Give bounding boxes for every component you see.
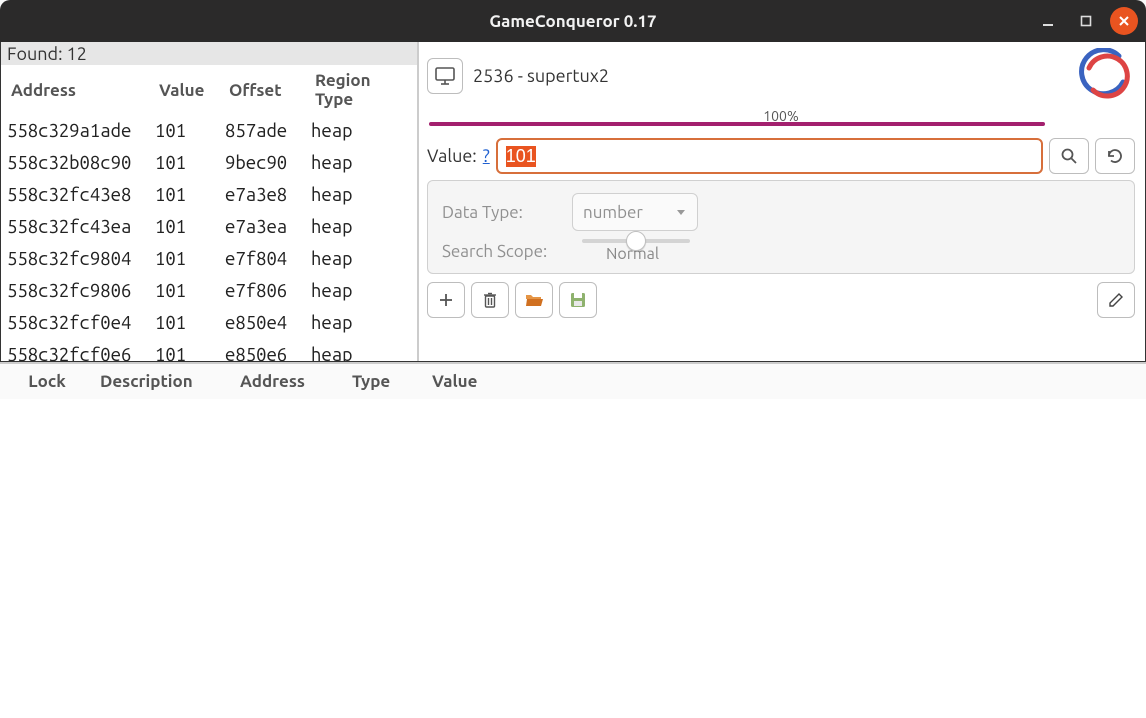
folder-open-icon <box>525 292 543 308</box>
cheat-list-header: Lock Description Address Type Value <box>0 362 1146 399</box>
table-row[interactable]: 558c329a1ade101857adeheap <box>1 115 417 147</box>
cheat-toolbar <box>427 280 1135 318</box>
window-title: GameConqueror 0.17 <box>489 12 656 31</box>
cell-value: 101 <box>149 179 219 211</box>
cell-value: 101 <box>149 147 219 179</box>
select-process-button[interactable] <box>427 58 463 94</box>
save-icon <box>570 292 586 308</box>
col-cheat-address[interactable]: Address <box>230 368 342 395</box>
cell-address: 558c32fcf0e4 <box>1 307 149 339</box>
cell-address: 558c32fc9806 <box>1 275 149 307</box>
progress-bar-wrap: 100% <box>427 110 1135 124</box>
process-label: 2536 - supertux2 <box>473 66 609 86</box>
delete-button[interactable] <box>471 282 509 318</box>
data-type-label: Data Type: <box>442 203 572 222</box>
cell-address: 558c32fcf0e6 <box>1 339 149 362</box>
found-count: Found: 12 <box>1 42 417 65</box>
add-button[interactable] <box>427 282 465 318</box>
close-button[interactable] <box>1110 7 1138 35</box>
cell-value: 101 <box>149 339 219 362</box>
plus-icon <box>438 292 454 308</box>
cell-region: heap <box>305 115 405 147</box>
maximize-button[interactable] <box>1072 7 1100 35</box>
value-help-link[interactable]: ? <box>483 146 490 166</box>
open-button[interactable] <box>515 282 553 318</box>
cell-region: heap <box>305 275 405 307</box>
col-value[interactable]: Value <box>153 79 223 102</box>
process-row: 2536 - supertux2 <box>427 48 1135 104</box>
cell-offset: 857ade <box>219 115 305 147</box>
app-logo-icon <box>1079 48 1131 104</box>
search-scope-label: Search Scope: <box>442 242 572 261</box>
monitor-icon <box>434 66 456 86</box>
table-row[interactable]: 558c32fc43e8101e7a3e8heap <box>1 179 417 211</box>
cell-offset: e7a3e8 <box>219 179 305 211</box>
edit-button[interactable] <box>1097 282 1135 318</box>
col-description[interactable]: Description <box>90 368 230 395</box>
refresh-icon <box>1106 147 1124 165</box>
col-region[interactable]: Region Type <box>309 69 409 111</box>
results-rows[interactable]: 558c329a1ade101857adeheap558c32b08c90101… <box>1 115 417 362</box>
table-row[interactable]: 558c32fcf0e4101e850e4heap <box>1 307 417 339</box>
search-icon <box>1060 147 1078 165</box>
results-panel: Found: 12 Address Value Offset Region Ty… <box>1 42 419 361</box>
cell-region: heap <box>305 179 405 211</box>
options-box: Data Type: number Search Scope: Normal <box>427 180 1135 274</box>
cell-value: 101 <box>149 211 219 243</box>
cell-value: 101 <box>149 115 219 147</box>
search-button[interactable] <box>1049 138 1089 174</box>
table-row[interactable]: 558c32fc43ea101e7a3eaheap <box>1 211 417 243</box>
window-controls <box>1034 7 1138 35</box>
cell-region: heap <box>305 307 405 339</box>
value-label: Value: <box>427 146 477 166</box>
col-offset[interactable]: Offset <box>223 79 309 102</box>
cheat-list-body[interactable] <box>0 399 1146 718</box>
pencil-icon <box>1108 292 1124 308</box>
results-header: Address Value Offset Region Type <box>1 65 417 115</box>
cell-address: 558c32fc9804 <box>1 243 149 275</box>
cell-offset: e7f806 <box>219 275 305 307</box>
cell-region: heap <box>305 147 405 179</box>
found-label: Found: <box>7 44 63 64</box>
search-scope-slider[interactable] <box>582 239 690 243</box>
cell-value: 101 <box>149 275 219 307</box>
value-row: Value: ? <box>427 138 1135 174</box>
cell-offset: e7a3ea <box>219 211 305 243</box>
slider-thumb[interactable] <box>626 231 646 251</box>
table-row[interactable]: 558c32fcf0e6101e850e6heap <box>1 339 417 362</box>
cell-offset: e850e4 <box>219 307 305 339</box>
control-panel: 2536 - supertux2 100% Value: ? <box>419 42 1145 361</box>
table-row[interactable]: 558c32b08c901019bec90heap <box>1 147 417 179</box>
progress-bar <box>429 122 1045 126</box>
cell-value: 101 <box>149 307 219 339</box>
cell-address: 558c329a1ade <box>1 115 149 147</box>
cell-address: 558c32fc43ea <box>1 211 149 243</box>
cell-region: heap <box>305 211 405 243</box>
titlebar: GameConqueror 0.17 <box>0 0 1146 42</box>
cell-region: heap <box>305 243 405 275</box>
work-area: Found: 12 Address Value Offset Region Ty… <box>0 42 1146 362</box>
col-address[interactable]: Address <box>5 79 153 102</box>
col-type[interactable]: Type <box>342 368 422 395</box>
data-type-value: number <box>583 203 643 222</box>
chevron-down-icon <box>675 203 687 222</box>
col-cheat-value[interactable]: Value <box>422 368 502 395</box>
col-lock[interactable]: Lock <box>4 368 90 395</box>
reset-button[interactable] <box>1095 138 1135 174</box>
found-number: 12 <box>67 44 87 64</box>
trash-icon <box>482 291 498 309</box>
cell-value: 101 <box>149 243 219 275</box>
value-input[interactable] <box>496 138 1043 174</box>
save-button[interactable] <box>559 282 597 318</box>
table-row[interactable]: 558c32fc9804101e7f804heap <box>1 243 417 275</box>
cell-offset: 9bec90 <box>219 147 305 179</box>
cell-address: 558c32b08c90 <box>1 147 149 179</box>
cell-offset: e850e6 <box>219 339 305 362</box>
cell-offset: e7f804 <box>219 243 305 275</box>
table-row[interactable]: 558c32fc9806101e7f806heap <box>1 275 417 307</box>
data-type-select[interactable]: number <box>572 193 698 231</box>
minimize-button[interactable] <box>1034 7 1062 35</box>
cell-region: heap <box>305 339 405 362</box>
cell-address: 558c32fc43e8 <box>1 179 149 211</box>
